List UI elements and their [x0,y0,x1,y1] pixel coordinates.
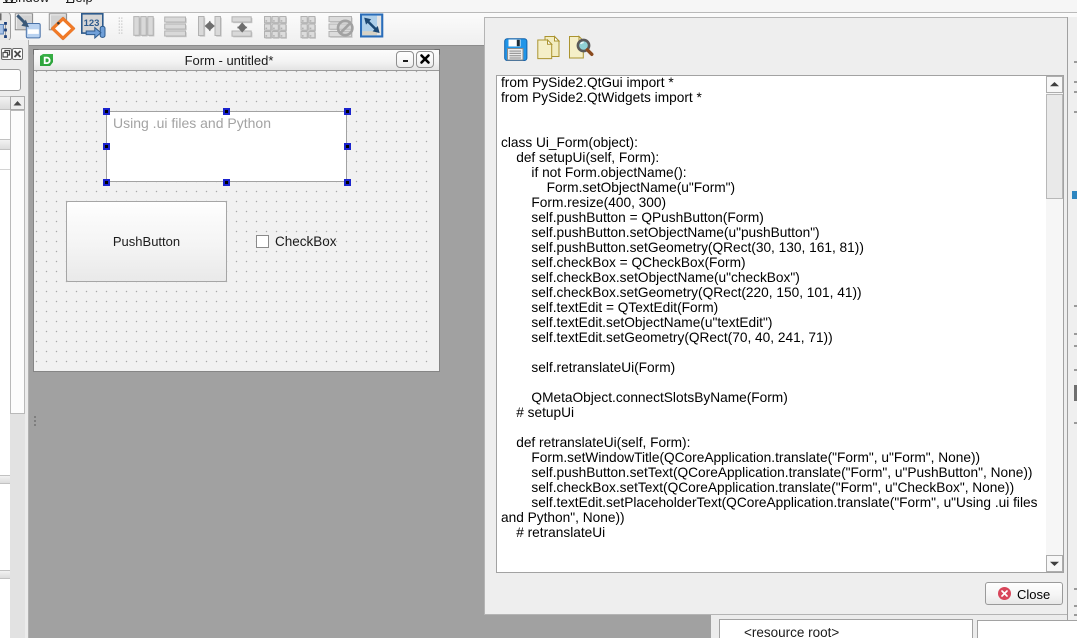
svg-text:123: 123 [84,18,100,29]
